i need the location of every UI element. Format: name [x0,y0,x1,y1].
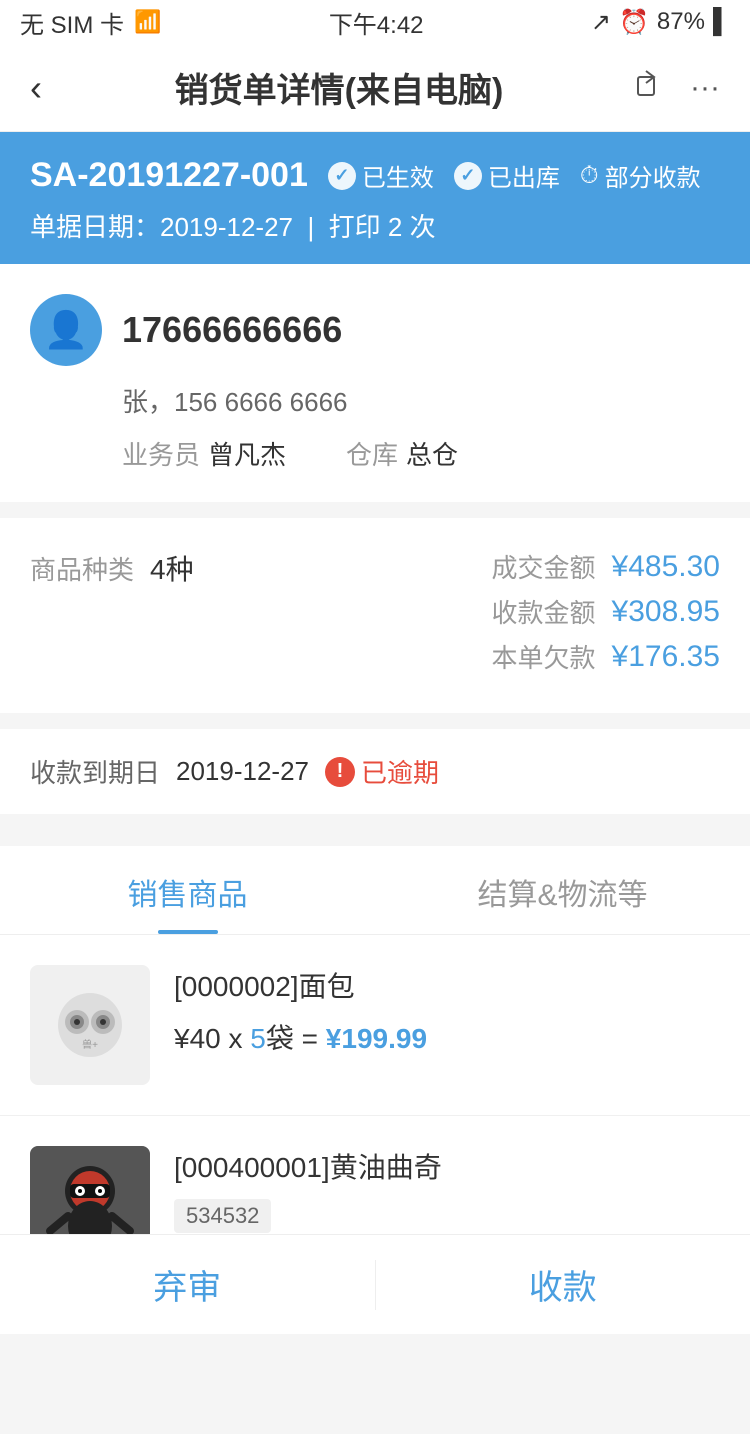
product-name-1: [0000002]面包 [174,965,720,1005]
product-price-row-1: ¥40 x 5袋 = ¥199.99 [174,1017,720,1057]
debt-row: 本单欠款 ¥176.35 [492,638,720,675]
customer-detail: 张，156 6666 6666 [30,382,720,419]
stats-left: 商品种类 4种 [30,548,194,596]
bread-thumb-icon: 兽+ [45,990,135,1060]
customer-section: 👤 17666666666 张，156 6666 6666 业务员 曾凡杰 仓库… [0,264,750,502]
product-kind-stat: 商品种类 4种 [30,548,194,588]
collect-payment-button[interactable]: 收款 [376,1240,750,1329]
product-sku: 534532 [174,1199,271,1233]
status-time: 下午4:42 [329,5,424,40]
order-header: SA-20191227-001 ✓ 已生效 ✓ 已出库 ⏱ 部分收款 单据日期：… [0,132,750,264]
share-icon[interactable] [636,69,666,107]
collected-value: ¥308.95 [612,595,720,629]
cancel-review-button[interactable]: 弃审 [0,1240,375,1329]
sales-name: 曾凡杰 [208,435,286,472]
warehouse-label: 仓库 [346,435,398,472]
tab-settlement[interactable]: 结算&物流等 [375,846,750,934]
clock-icon: ⏱ [580,162,599,190]
status-badge-shipped: ✓ 已出库 [454,158,560,193]
debt-label: 本单欠款 [492,638,596,675]
due-section: 收款到期日 2019-12-27 ! 已逾期 [0,729,750,814]
overdue-text: 已逾期 [361,753,439,790]
status-partial-label: 部分收款 [605,158,701,193]
order-date: 单据日期：2019-12-27 [30,212,293,242]
svg-text:兽+: 兽+ [82,1038,98,1051]
product-price-1: ¥40 [174,1023,221,1054]
status-left: 无 SIM 卡 📶 [20,5,161,40]
tabs-section: 销售商品 结算&物流等 [0,846,750,935]
product-qty-1: 5 [250,1023,266,1054]
customer-phone: 17666666666 [122,309,342,351]
status-badge-partial: ⏱ 部分收款 [580,158,701,193]
due-label: 收款到期日 [30,753,160,790]
nav-bar: ‹ 销货单详情(来自电脑) ··· [0,44,750,132]
stats-section: 商品种类 4种 成交金额 ¥485.30 收款金额 ¥308.95 本单欠款 ¥… [0,518,750,713]
deal-amount-row: 成交金额 ¥485.30 [492,548,720,585]
order-id-row: SA-20191227-001 ✓ 已生效 ✓ 已出库 ⏱ 部分收款 [30,156,720,195]
battery-text: 87% [657,8,705,36]
section-separator [0,830,750,846]
check-icon-2: ✓ [454,162,482,190]
overdue-icon: ! [325,757,355,787]
back-button[interactable]: ‹ [30,67,42,109]
deal-amount-label: 成交金额 [492,548,596,585]
wifi-icon: 📶 [134,9,161,35]
status-effective-label: 已生效 [362,158,434,193]
product-equals-1: = [302,1023,326,1054]
due-date: 2019-12-27 [176,756,309,787]
collected-row: 收款金额 ¥308.95 [492,593,720,630]
product-item: 兽+ [0000002]面包 ¥40 x 5袋 = ¥199.99 [0,935,750,1116]
product-unit-1: 袋 [266,1023,294,1054]
order-id: SA-20191227-001 [30,156,308,195]
tab-settlement-label: 结算&物流等 [477,879,647,912]
order-print: 打印 2 次 [329,212,436,242]
customer-info-row: 业务员 曾凡杰 仓库 总仓 [30,435,720,472]
product-info-1: [0000002]面包 ¥40 x 5袋 = ¥199.99 [174,965,720,1057]
product-kind-value: 4种 [150,548,194,588]
product-code-2: [000400001] [174,1152,330,1183]
avatar: 👤 [30,294,102,366]
battery-icon: ▌ [713,8,730,36]
carrier-text: 无 SIM 卡 [20,5,124,40]
product-total-1: ¥199.99 [326,1023,427,1054]
tab-sales-products-label: 销售商品 [128,879,248,912]
more-icon[interactable]: ··· [690,71,720,105]
collected-label: 收款金额 [492,593,596,630]
debt-value: ¥176.35 [612,640,720,674]
customer-row: 👤 17666666666 [30,294,720,366]
sales-label: 业务员 [122,435,200,472]
tab-sales-products[interactable]: 销售商品 [0,846,375,934]
status-right: ↗ ⏰ 87% ▌ [591,8,730,37]
status-shipped-label: 已出库 [488,158,560,193]
location-icon: ↗ [591,8,611,37]
overdue-badge: ! 已逾期 [325,753,439,790]
page-title: 销货单详情(来自电脑) [175,63,504,112]
order-meta: 单据日期：2019-12-27 | 打印 2 次 [30,207,720,244]
product-code-1: [0000002] [174,971,299,1002]
product-thumb-1: 兽+ [30,965,150,1085]
avatar-icon: 👤 [44,309,89,351]
bottom-bar: 弃审 收款 [0,1234,750,1334]
warehouse-info: 仓库 总仓 [346,435,458,472]
check-icon-1: ✓ [328,162,356,190]
deal-amount-value: ¥485.30 [612,550,720,584]
product-kind-label: 商品种类 [30,550,134,587]
product-multiply-1: x [229,1023,251,1054]
status-bar: 无 SIM 卡 📶 下午4:42 ↗ ⏰ 87% ▌ [0,0,750,44]
alarm-icon: ⏰ [619,8,649,37]
status-badge-effective: ✓ 已生效 [328,158,434,193]
nav-actions: ··· [636,69,720,107]
salesperson-info: 业务员 曾凡杰 [122,435,286,472]
product-name-2: [000400001]黄油曲奇 [174,1146,720,1186]
bottom-spacer [0,1324,750,1434]
warehouse-name: 总仓 [406,435,458,472]
stats-right: 成交金额 ¥485.30 收款金额 ¥308.95 本单欠款 ¥176.35 [492,548,720,683]
